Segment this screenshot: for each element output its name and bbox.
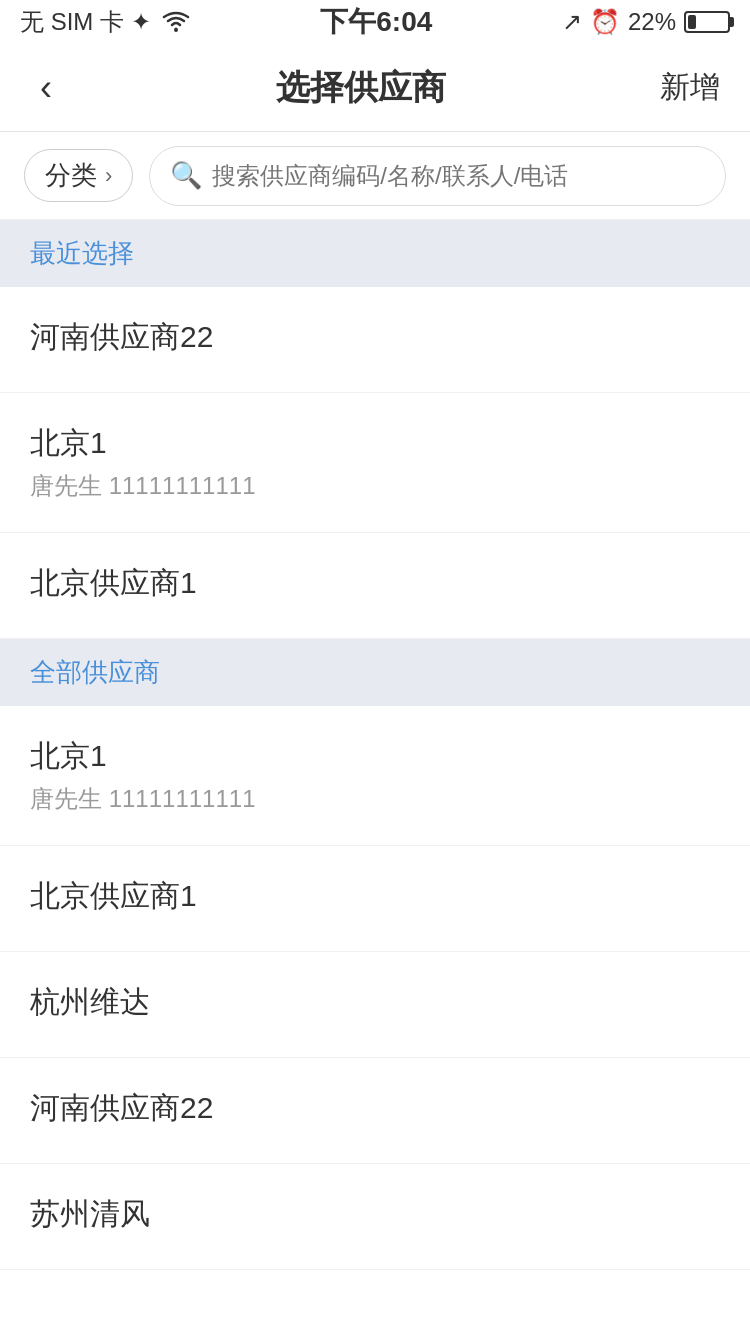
list-item[interactable]: 苏州清风 <box>0 1164 750 1270</box>
search-box[interactable]: 🔍 <box>149 146 726 206</box>
add-button[interactable]: 新增 <box>660 67 720 108</box>
all-section-header: 全部供应商 <box>0 639 750 706</box>
item-name: 河南供应商22 <box>30 1088 720 1129</box>
recent-section-label: 最近选择 <box>30 238 134 268</box>
list-item[interactable]: 北京供应商1 <box>0 846 750 952</box>
list-item[interactable]: 杭州维达 <box>0 952 750 1058</box>
all-items-list: 北京1 唐先生 11111111111 北京供应商1 杭州维达河南供应商22 苏州清风 <box>0 706 750 1270</box>
item-name: 北京1 <box>30 736 720 777</box>
filter-bar: 分类 › 🔍 <box>0 132 750 220</box>
category-label: 分类 <box>45 158 97 193</box>
status-bar-right: ↗ ⏰ 22% <box>562 8 730 36</box>
alarm-icon: ⏰ <box>590 8 620 36</box>
recent-items-list: 河南供应商22 北京1 唐先生 11111111111 北京供应商1 <box>0 287 750 639</box>
item-name: 北京供应商1 <box>30 563 720 604</box>
svg-point-0 <box>174 28 178 32</box>
page-title: 选择供应商 <box>276 65 446 111</box>
list-item[interactable]: 北京1 唐先生 11111111111 <box>0 393 750 533</box>
item-name: 杭州维达 <box>30 982 720 1023</box>
battery-fill <box>688 15 696 29</box>
list-item[interactable]: 北京1 唐先生 11111111111 <box>0 706 750 846</box>
list-item[interactable]: 河南供应商22 <box>0 1058 750 1164</box>
list-item[interactable]: 北京供应商1 <box>0 533 750 639</box>
no-sim-label: 无 SIM 卡 ✦ <box>20 6 151 38</box>
search-icon: 🔍 <box>170 160 202 191</box>
recent-section-header: 最近选择 <box>0 220 750 287</box>
chevron-right-icon: › <box>105 163 112 189</box>
wifi-icon <box>161 11 191 33</box>
status-bar: 无 SIM 卡 ✦ 下午6:04 ↗ ⏰ 22% <box>0 0 750 44</box>
list-item[interactable]: 河南供应商22 <box>0 287 750 393</box>
item-name: 河南供应商22 <box>30 317 720 358</box>
status-bar-time: 下午6:04 <box>320 3 432 41</box>
item-name: 苏州清风 <box>30 1194 720 1235</box>
battery-icon <box>684 11 730 33</box>
location-icon: ↗ <box>562 8 582 36</box>
status-bar-left: 无 SIM 卡 ✦ <box>20 6 191 38</box>
nav-bar: ‹ 选择供应商 新增 <box>0 44 750 132</box>
item-name: 北京1 <box>30 423 720 464</box>
all-section-label: 全部供应商 <box>30 657 160 687</box>
battery-percent: 22% <box>628 8 676 36</box>
back-button[interactable]: ‹ <box>30 57 62 119</box>
category-filter-button[interactable]: 分类 › <box>24 149 133 202</box>
item-name: 北京供应商1 <box>30 876 720 917</box>
item-detail: 唐先生 11111111111 <box>30 783 720 815</box>
search-input[interactable] <box>212 162 705 190</box>
item-detail: 唐先生 11111111111 <box>30 470 720 502</box>
